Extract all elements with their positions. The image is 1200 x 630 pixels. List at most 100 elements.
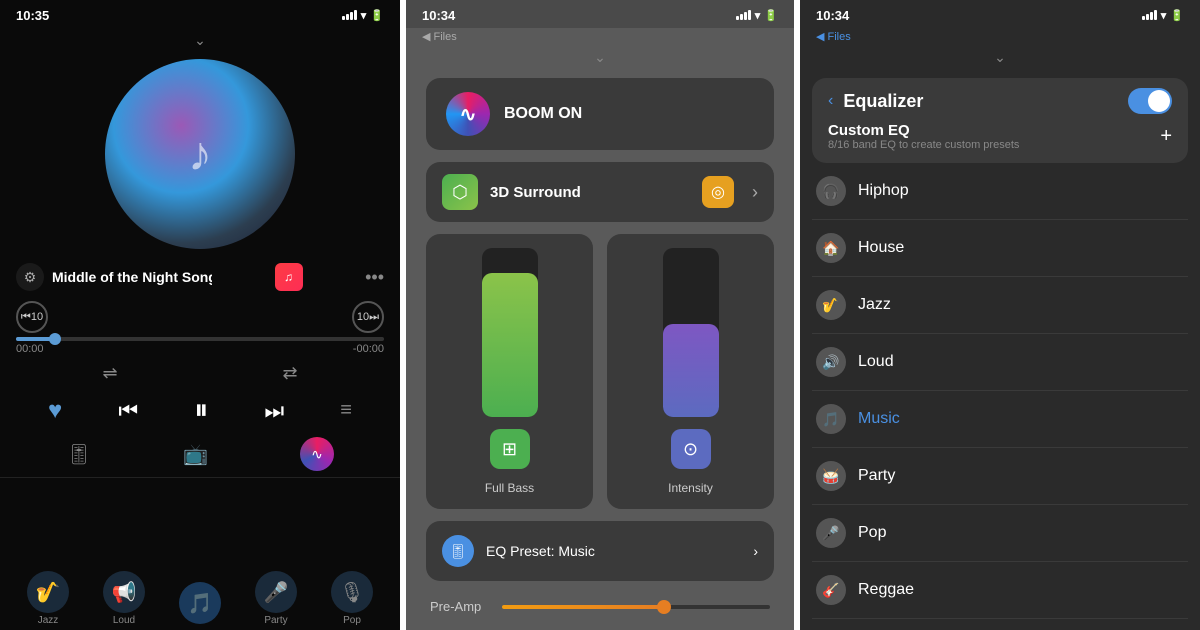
custom-eq-title: Custom EQ	[828, 122, 1019, 139]
eq-back-button[interactable]: ‹	[828, 92, 833, 110]
nav-loud-label: Loud	[113, 615, 135, 626]
airplay-button[interactable]: 📺	[183, 442, 208, 467]
preamp-thumb	[657, 600, 671, 614]
equalizer-panel: 10:34 ▾ 🔋 ◀ Files ⌄ ‹ Equalizer Custom E…	[800, 0, 1200, 630]
boom-on-label: BOOM ON	[504, 105, 582, 123]
repeat-button[interactable]: ⇄	[282, 363, 297, 384]
eq-item-pop[interactable]: 🎤 Pop	[812, 505, 1188, 562]
shuffle-button[interactable]: ⇌	[102, 363, 117, 384]
nav-item-music[interactable]: 🎵	[179, 582, 221, 626]
nav-item-loud[interactable]: 📢 Loud	[103, 571, 145, 626]
eq-sliders-button[interactable]: 🎚	[66, 442, 91, 467]
wifi-icon: ▾	[361, 9, 367, 22]
boom-on-button[interactable]: ∿ BOOM ON	[426, 78, 774, 150]
queue-button[interactable]: ≡	[340, 399, 352, 422]
collapse-chevron-1[interactable]: ⌄	[0, 28, 400, 51]
add-preset-button[interactable]: +	[1160, 125, 1172, 148]
signal-icon	[342, 10, 357, 20]
equalizer-header: ‹ Equalizer Custom EQ 8/16 band EQ to cr…	[812, 78, 1188, 163]
eq-preset-button[interactable]: 🎚 EQ Preset: Music ›	[426, 521, 774, 581]
album-art: ♪	[105, 59, 295, 249]
nav-item-pop[interactable]: 🎙 Pop	[331, 571, 373, 626]
favorite-button[interactable]: ♥	[48, 397, 62, 425]
skip-back-10-button[interactable]: ⏮10	[16, 301, 48, 333]
apple-music-icon[interactable]: ♫	[275, 263, 303, 291]
eq-item-house[interactable]: 🏠 House	[812, 220, 1188, 277]
time-display-2: 10:34	[422, 8, 455, 23]
bass-slider-card: ⊞ Full Bass	[426, 234, 593, 509]
intensity-icon-button[interactable]: ⊙	[671, 429, 711, 469]
eq-item-reggae[interactable]: 🎸 Reggae	[812, 562, 1188, 619]
more-button[interactable]: •••	[365, 267, 384, 288]
preamp-fill	[502, 605, 663, 609]
eq-preset-chevron-icon: ›	[753, 543, 758, 559]
eq-item-icon-pop: 🎤	[816, 518, 846, 548]
custom-eq-info: Custom EQ 8/16 band EQ to create custom …	[828, 122, 1019, 151]
eq-preset-label: EQ Preset: Music	[486, 543, 741, 559]
progress-section: ⏮10 10⏭ 00:00 -00:00	[0, 295, 400, 357]
preamp-row: Pre-Amp	[426, 593, 774, 620]
boom-button[interactable]: ∿	[300, 437, 334, 471]
status-bar-2: 10:34 ▾ 🔋	[406, 0, 794, 28]
controls-row: ⇌ ⇄	[0, 357, 400, 390]
collapse-chevron-2[interactable]: ⌄	[406, 45, 794, 68]
nav-item-jazz[interactable]: 🎷 Jazz	[27, 571, 69, 626]
next-button[interactable]: ⏭	[264, 398, 284, 424]
eq-item-hiphop[interactable]: 🎧 Hiphop	[812, 163, 1188, 220]
eq-item-rock[interactable]: 🎸 Rock	[812, 619, 1188, 630]
time-display-1: 10:35	[16, 8, 49, 23]
gear-button[interactable]: ⚙	[16, 263, 44, 291]
surround-chevron-icon: ›	[752, 182, 758, 203]
collapse-chevron-3[interactable]: ⌄	[800, 45, 1200, 68]
intensity-slider-track[interactable]	[663, 248, 719, 417]
bass-icon-button[interactable]: ⊞	[490, 429, 530, 469]
eq-item-label-loud: Loud	[858, 353, 894, 371]
intensity-slider-fill	[663, 324, 719, 417]
intensity-label: Intensity	[668, 481, 713, 495]
eq-item-party[interactable]: 🥁 Party	[812, 448, 1188, 505]
surround-button[interactable]: ⬡ 3D Surround ◎ ›	[426, 162, 774, 222]
battery-icon-2: 🔋	[764, 9, 778, 22]
eq-item-icon-party: 🥁	[816, 461, 846, 491]
effects-content: ∿ BOOM ON ⬡ 3D Surround ◎ › ⊞ Full Bass …	[406, 68, 794, 630]
bass-slider-track[interactable]	[482, 248, 538, 417]
status-icons-3: ▾ 🔋	[1142, 9, 1184, 22]
preamp-slider[interactable]	[502, 605, 770, 609]
status-icons-2: ▾ 🔋	[736, 9, 778, 22]
eq-item-label-party: Party	[858, 467, 895, 485]
eq-item-icon-music: 🎵	[816, 404, 846, 434]
nav-music-icon: 🎵	[179, 582, 221, 624]
time-display-3: 10:34	[816, 8, 849, 23]
surround-label: 3D Surround	[490, 184, 690, 201]
bottom-nav: 🎷 Jazz 📢 Loud 🎵 🎤 Party 🎙 Pop	[0, 477, 400, 630]
bass-label: Full Bass	[485, 481, 534, 495]
music-note-icon: ♪	[188, 127, 212, 182]
sliders-row: ⊞ Full Bass ⊙ Intensity	[426, 234, 774, 509]
pause-button[interactable]: ⏸	[194, 394, 208, 427]
eq-item-music[interactable]: 🎵 Music	[812, 391, 1188, 448]
preamp-label: Pre-Amp	[430, 599, 490, 614]
time-remaining: -00:00	[353, 343, 384, 355]
album-art-container: ♪	[0, 51, 400, 259]
skip-forward-10-button[interactable]: 10⏭	[352, 301, 384, 333]
nav-pop-label: Pop	[343, 615, 361, 626]
battery-icon-3: 🔋	[1170, 9, 1184, 22]
eq-toggle-switch[interactable]	[1128, 88, 1172, 114]
time-row: 00:00 -00:00	[16, 343, 384, 355]
eq-item-label-reggae: Reggae	[858, 581, 914, 599]
eq-item-jazz[interactable]: 🎷 Jazz	[812, 277, 1188, 334]
back-files-2[interactable]: ◀ Files	[406, 28, 794, 45]
eq-item-icon-reggae: 🎸	[816, 575, 846, 605]
time-current: 00:00	[16, 343, 44, 355]
eq-title: Equalizer	[843, 91, 1118, 112]
nav-item-party[interactable]: 🎤 Party	[255, 571, 297, 626]
progress-bar[interactable]	[16, 337, 384, 341]
bottom-tools: 🎚 📺 ∿	[0, 431, 400, 477]
previous-button[interactable]: ⏮	[118, 398, 138, 424]
nav-pop-icon: 🎙	[331, 571, 373, 613]
custom-eq-row: Custom EQ 8/16 band EQ to create custom …	[828, 122, 1172, 151]
eq-item-loud[interactable]: 🔊 Loud	[812, 334, 1188, 391]
back-files-3[interactable]: ◀ Files	[800, 28, 1200, 45]
eq-item-label-pop: Pop	[858, 524, 886, 542]
progress-fill	[16, 337, 53, 341]
